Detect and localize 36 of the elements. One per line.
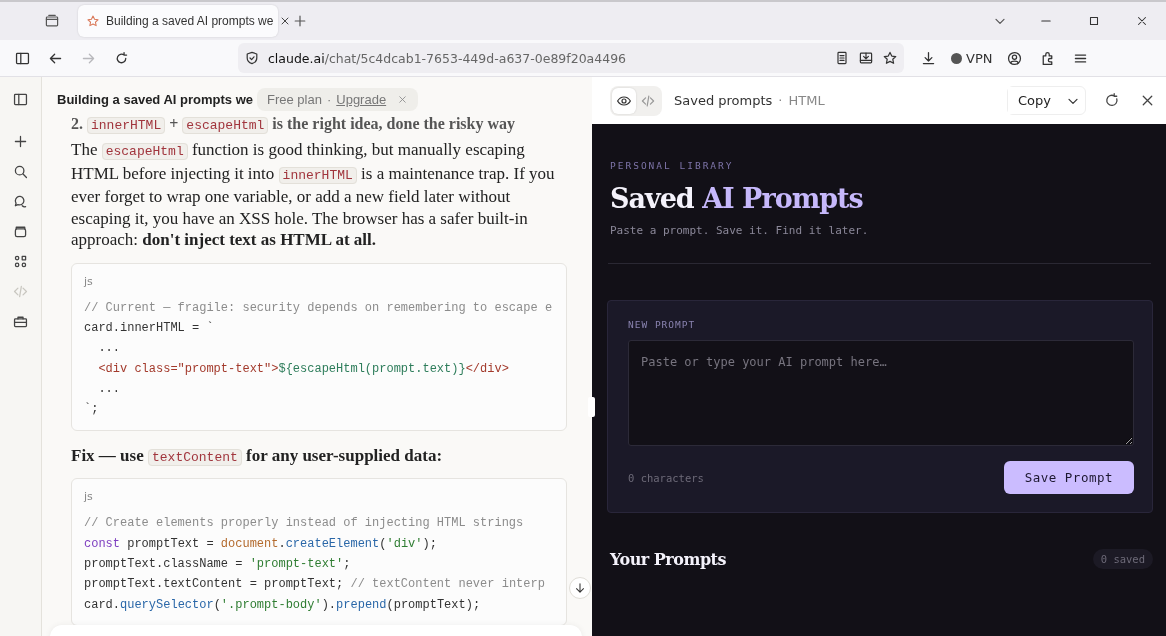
artifact-type: HTML <box>788 93 825 108</box>
tab-title: Building a saved AI prompts we <box>106 14 274 28</box>
prompt-input[interactable]: Paste or type your AI prompt here… <box>628 340 1134 446</box>
code-line: `; <box>84 401 100 419</box>
upgrade-link[interactable]: Upgrade <box>336 91 387 107</box>
tagline: Paste a prompt. Save it. Find it later. <box>610 224 870 237</box>
character-count: 0 characters <box>628 471 704 484</box>
field-label: NEW PROMPT <box>628 319 697 330</box>
code-line: const promptText = document.createElement('div'); <box>84 535 438 553</box>
code-line: card.innerHTML = ` <box>84 320 215 338</box>
separator-dot: · <box>326 91 332 107</box>
language-label: js <box>84 273 94 290</box>
count-badge: 0 saved <box>1092 549 1153 569</box>
plan-label: Free plan <box>267 91 322 107</box>
save-button[interactable]: Save Prompt <box>1003 461 1134 494</box>
code-line: card.querySelector('.prompt-body').prepend(promptText); <box>84 596 482 614</box>
eyebrow-label: PERSONAL LIBRARY <box>610 160 735 171</box>
address-bar[interactable]: claude.ai/chat/5c4dcab1-7653-449d-a637-0e89f20a4496 <box>238 43 904 73</box>
paragraph: The escapeHtml function is good thinking, but manually escaping HTML before injecting it into innerHTML is a maintenance trap. If you ever forget to wrap one variable, or add a new field later without escaping it, you have an XSS hole. The browser has a safer built-in approach: don't inject text as HTML at all. <box>71 139 556 251</box>
section-heading: 2. innerHTML + escapeHtml is the right idea, done the risky way <box>71 115 517 133</box>
code-line: // Current — fragile: security depends on remembering to escape e <box>84 299 554 317</box>
paragraph: Fix — use textContent for any user-supplied data: <box>71 444 444 468</box>
artifact-title: Saved prompts <box>674 93 773 108</box>
language-label: js <box>84 489 94 506</box>
code-line: promptText.className = 'prompt-text'; <box>84 555 352 573</box>
separator-dot: · <box>778 93 783 108</box>
code-line: ... <box>97 381 121 398</box>
vpn-button[interactable]: VPN <box>945 50 999 66</box>
code-line: <div class="prompt-text">${escapeHtml(prompt.text)}</div> <box>97 360 510 378</box>
chat-title[interactable]: Building a saved AI prompts we <box>57 91 253 107</box>
code-line: // Create elements properly instead of injecting HTML strings <box>84 515 525 533</box>
page-title: Saved AI Prompts <box>610 183 864 214</box>
url-text: claude.ai/chat/5c4dcab1-7653-449d-a637-0e89f20a4496 <box>268 50 627 66</box>
code-line: ... <box>97 340 121 358</box>
code-line: promptText.textContent = promptText; // textContent never interp <box>84 576 546 594</box>
section-heading: Your Prompts <box>610 549 726 569</box>
